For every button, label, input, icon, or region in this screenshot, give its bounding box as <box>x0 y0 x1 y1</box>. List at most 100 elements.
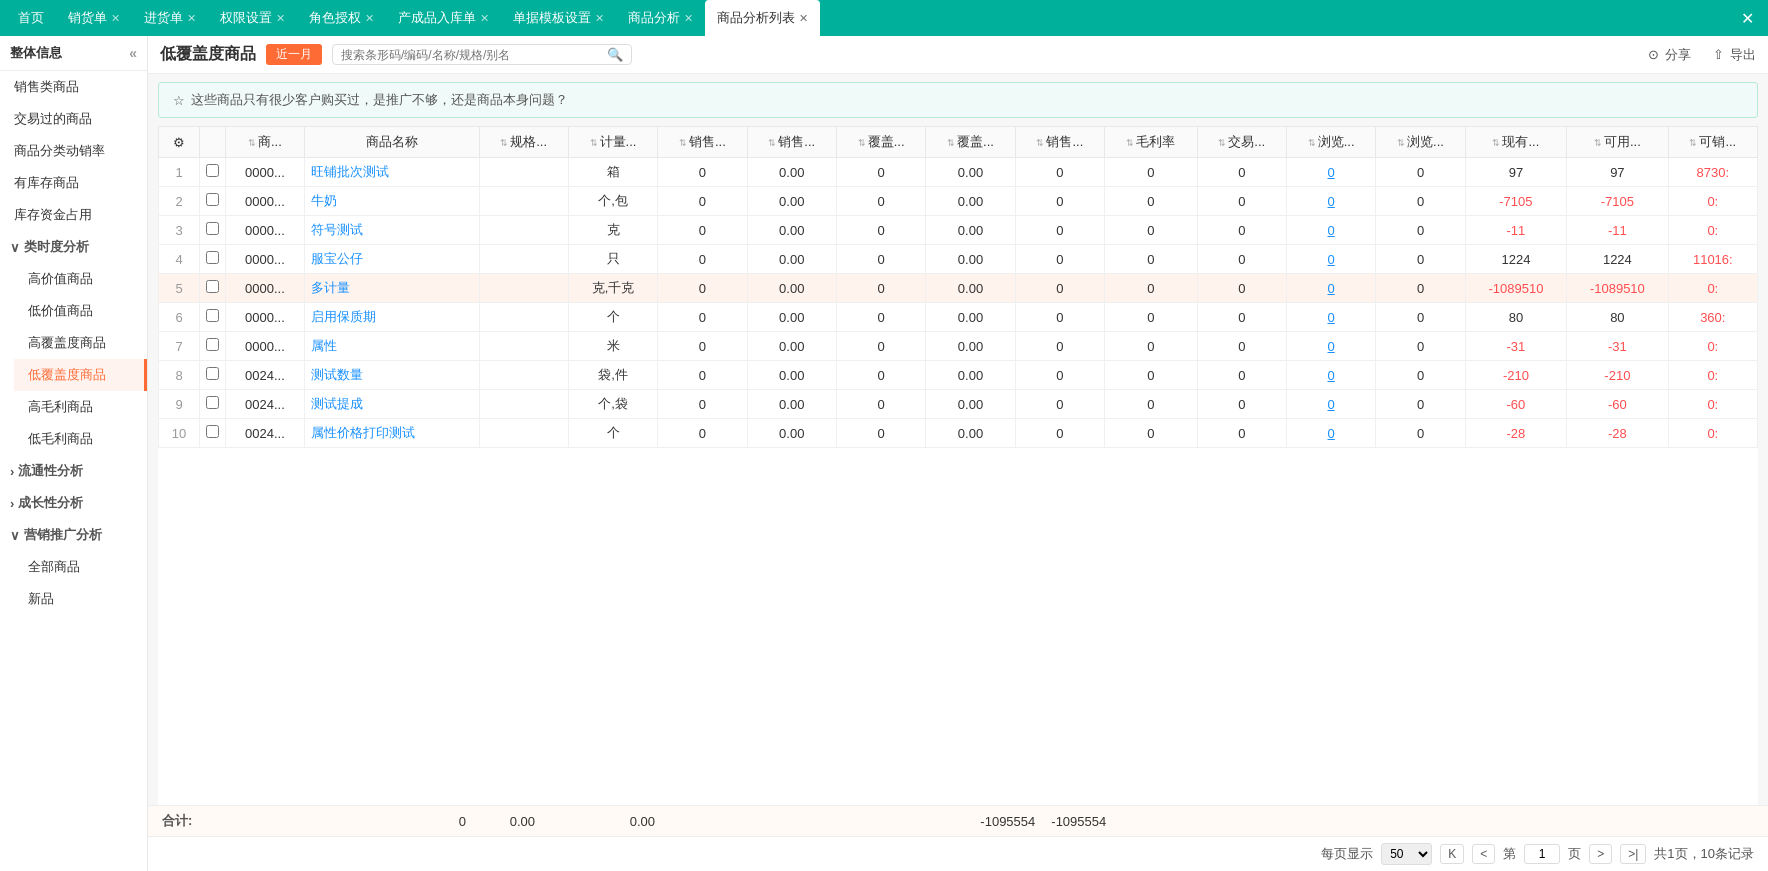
row-name[interactable]: 旺铺批次测试 <box>304 158 479 187</box>
row-name[interactable]: 牛奶 <box>304 187 479 216</box>
row-browse1[interactable]: 0 <box>1286 419 1375 448</box>
nav-role-auth[interactable]: 角色授权 ✕ <box>297 0 386 36</box>
stock1-col-header[interactable]: ⇅现有... <box>1465 127 1566 158</box>
search-input[interactable] <box>341 48 603 62</box>
next-page-button[interactable]: > <box>1589 844 1612 864</box>
close-icon[interactable]: ✕ <box>276 12 285 25</box>
stock2-col-header[interactable]: ⇅可用... <box>1567 127 1668 158</box>
sales3-col-header[interactable]: ⇅销售... <box>1015 127 1104 158</box>
window-close-button[interactable]: ✕ <box>1733 9 1762 28</box>
row-name[interactable]: 属性 <box>304 332 479 361</box>
row-checkbox-cell[interactable] <box>200 245 226 274</box>
sidebar-item-category-sales-rate[interactable]: 商品分类动销率 <box>0 135 147 167</box>
sidebar-item-stock-capital[interactable]: 库存资金占用 <box>0 199 147 231</box>
sales1-col-header[interactable]: ⇅销售... <box>658 127 747 158</box>
trade-col-header[interactable]: ⇅交易... <box>1197 127 1286 158</box>
settings-col-header[interactable]: ⚙ <box>159 127 200 158</box>
row-name[interactable]: 测试提成 <box>304 390 479 419</box>
close-icon[interactable]: ✕ <box>595 12 604 25</box>
close-icon[interactable]: ✕ <box>480 12 489 25</box>
cover1-col-header[interactable]: ⇅覆盖... <box>836 127 925 158</box>
code-col-header[interactable]: ⇅商... <box>226 127 305 158</box>
row-checkbox[interactable] <box>206 164 219 177</box>
nav-product-analysis[interactable]: 商品分析 ✕ <box>616 0 705 36</box>
nav-permission-settings[interactable]: 权限设置 ✕ <box>208 0 297 36</box>
page-size-select[interactable]: 50 20 100 <box>1381 843 1432 865</box>
nav-home[interactable]: 首页 <box>6 0 56 36</box>
row-browse1[interactable]: 0 <box>1286 332 1375 361</box>
row-browse1[interactable]: 0 <box>1286 361 1375 390</box>
sidebar-collapse-button[interactable]: « <box>129 45 137 61</box>
share-button[interactable]: ⊙ 分享 <box>1648 46 1691 64</box>
search-box[interactable]: 🔍 <box>332 44 632 65</box>
row-browse1[interactable]: 0 <box>1286 187 1375 216</box>
close-icon[interactable]: ✕ <box>684 12 693 25</box>
close-icon[interactable]: ✕ <box>187 12 196 25</box>
first-page-button[interactable]: K <box>1440 844 1464 864</box>
row-checkbox[interactable] <box>206 193 219 206</box>
row-browse1[interactable]: 0 <box>1286 216 1375 245</box>
row-checkbox[interactable] <box>206 280 219 293</box>
row-name[interactable]: 启用保质期 <box>304 303 479 332</box>
nav-sales-order[interactable]: 销货单 ✕ <box>56 0 132 36</box>
row-browse1[interactable]: 0 <box>1286 303 1375 332</box>
browse1-col-header[interactable]: ⇅浏览... <box>1286 127 1375 158</box>
row-checkbox-cell[interactable] <box>200 332 226 361</box>
row-checkbox[interactable] <box>206 222 219 235</box>
last-page-button[interactable]: >| <box>1620 844 1646 864</box>
sidebar-section-marketing-analysis[interactable]: ∨ 营销推广分析 <box>0 519 147 551</box>
row-checkbox[interactable] <box>206 425 219 438</box>
row-checkbox-cell[interactable] <box>200 361 226 390</box>
row-checkbox[interactable] <box>206 309 219 322</box>
nav-product-inbound[interactable]: 产成品入库单 ✕ <box>386 0 501 36</box>
close-icon[interactable]: ✕ <box>111 12 120 25</box>
row-checkbox-cell[interactable] <box>200 158 226 187</box>
sidebar-section-value-analysis[interactable]: ∨ 类时度分析 <box>0 231 147 263</box>
close-icon[interactable]: ✕ <box>365 12 374 25</box>
sidebar-item-high-coverage[interactable]: 高覆盖度商品 <box>14 327 147 359</box>
cover2-col-header[interactable]: ⇅覆盖... <box>926 127 1015 158</box>
row-name[interactable]: 属性价格打印测试 <box>304 419 479 448</box>
nav-purchase-order[interactable]: 进货单 ✕ <box>132 0 208 36</box>
row-name[interactable]: 符号测试 <box>304 216 479 245</box>
current-page-input[interactable] <box>1524 844 1560 864</box>
sidebar-item-low-value[interactable]: 低价值商品 <box>14 295 147 327</box>
sidebar-item-low-coverage[interactable]: 低覆盖度商品 <box>14 359 147 391</box>
saleable-col-header[interactable]: ⇅可销... <box>1668 127 1757 158</box>
row-checkbox[interactable] <box>206 396 219 409</box>
sidebar-item-low-margin[interactable]: 低毛利商品 <box>14 423 147 455</box>
row-checkbox[interactable] <box>206 338 219 351</box>
period-button[interactable]: 近一月 <box>266 44 322 65</box>
row-checkbox-cell[interactable] <box>200 303 226 332</box>
row-browse1[interactable]: 0 <box>1286 390 1375 419</box>
sidebar-item-high-value[interactable]: 高价值商品 <box>14 263 147 295</box>
name-col-header[interactable]: 商品名称 <box>304 127 479 158</box>
row-checkbox-cell[interactable] <box>200 274 226 303</box>
row-checkbox-cell[interactable] <box>200 187 226 216</box>
sidebar-section-flow-analysis[interactable]: › 流通性分析 <box>0 455 147 487</box>
row-browse1[interactable]: 0 <box>1286 245 1375 274</box>
sidebar-item-sales-goods[interactable]: 销售类商品 <box>0 71 147 103</box>
row-checkbox[interactable] <box>206 367 219 380</box>
row-name[interactable]: 多计量 <box>304 274 479 303</box>
sidebar-item-high-margin[interactable]: 高毛利商品 <box>14 391 147 423</box>
close-icon[interactable]: ✕ <box>799 12 808 25</box>
row-name[interactable]: 服宝公仔 <box>304 245 479 274</box>
export-button[interactable]: ⇧ 导出 <box>1713 46 1756 64</box>
spec-col-header[interactable]: ⇅规格... <box>479 127 568 158</box>
prev-page-button[interactable]: < <box>1472 844 1495 864</box>
row-checkbox-cell[interactable] <box>200 216 226 245</box>
nav-template-settings[interactable]: 单据模板设置 ✕ <box>501 0 616 36</box>
search-icon[interactable]: 🔍 <box>607 47 623 62</box>
row-checkbox-cell[interactable] <box>200 419 226 448</box>
browse2-col-header[interactable]: ⇅浏览... <box>1376 127 1465 158</box>
sidebar-section-growth-analysis[interactable]: › 成长性分析 <box>0 487 147 519</box>
row-browse1[interactable]: 0 <box>1286 274 1375 303</box>
sidebar-item-all-goods[interactable]: 全部商品 <box>14 551 147 583</box>
sidebar-item-traded-goods[interactable]: 交易过的商品 <box>0 103 147 135</box>
sales2-col-header[interactable]: ⇅销售... <box>747 127 836 158</box>
row-browse1[interactable]: 0 <box>1286 158 1375 187</box>
row-checkbox-cell[interactable] <box>200 390 226 419</box>
sidebar-item-new-goods[interactable]: 新品 <box>14 583 147 615</box>
unit-col-header[interactable]: ⇅计量... <box>568 127 657 158</box>
